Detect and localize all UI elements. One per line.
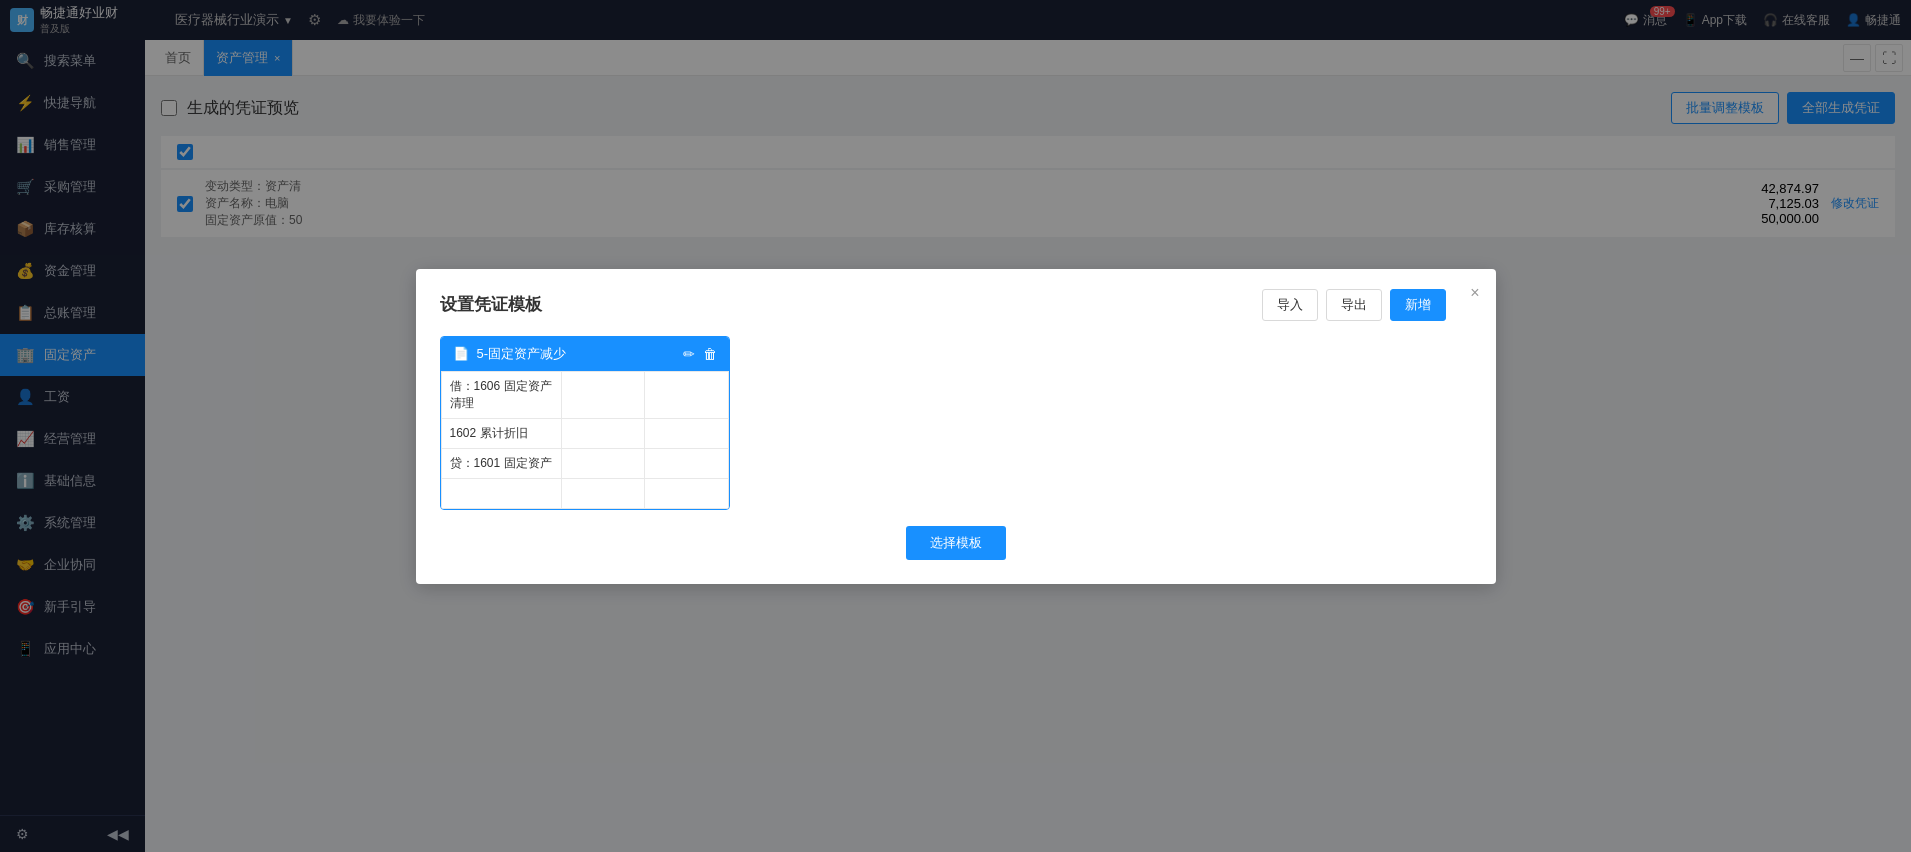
row-col3-3: [561, 478, 645, 508]
select-template-btn[interactable]: 选择模板: [906, 526, 1006, 560]
row-col4-3: [645, 478, 729, 508]
template-row-2: 贷：1601 固定资产: [441, 448, 728, 478]
template-table: 借：1606 固定资产清理 1602 累计折旧 贷：1601 固定资产: [441, 371, 729, 509]
template-row-1: 1602 累计折旧: [441, 418, 728, 448]
modal-overlay: 设置凭证模板 导入 导出 新增 × 📄 5-固定资产减少 ✏ 🗑 借：1606 …: [0, 0, 1911, 852]
template-row-0: 借：1606 固定资产清理: [441, 371, 728, 418]
row-side-3: [441, 478, 561, 508]
row-col3-1: [561, 418, 645, 448]
template-name: 5-固定资产减少: [477, 345, 675, 363]
modal-actions: 导入 导出 新增: [1262, 289, 1446, 321]
row-col4-2: [645, 448, 729, 478]
template-row-3: [441, 478, 728, 508]
import-btn[interactable]: 导入: [1262, 289, 1318, 321]
export-btn[interactable]: 导出: [1326, 289, 1382, 321]
template-card: 📄 5-固定资产减少 ✏ 🗑 借：1606 固定资产清理 1602 累计折旧 贷…: [440, 336, 730, 510]
row-col4-0: [645, 371, 729, 418]
template-header-icon: 📄: [453, 346, 469, 361]
row-side-1: 1602 累计折旧: [441, 418, 561, 448]
new-btn[interactable]: 新增: [1390, 289, 1446, 321]
row-col4-1: [645, 418, 729, 448]
row-side-2: 贷：1601 固定资产: [441, 448, 561, 478]
row-col3-2: [561, 448, 645, 478]
modal-dialog: 设置凭证模板 导入 导出 新增 × 📄 5-固定资产减少 ✏ 🗑 借：1606 …: [416, 269, 1496, 584]
row-side-0: 借：1606 固定资产清理: [441, 371, 561, 418]
template-edit-icon[interactable]: ✏: [683, 346, 695, 362]
template-card-header: 📄 5-固定资产减少 ✏ 🗑: [441, 337, 729, 371]
template-select-area: 选择模板: [440, 526, 1472, 560]
row-col3-0: [561, 371, 645, 418]
modal-close-btn[interactable]: ×: [1470, 285, 1479, 301]
template-delete-icon[interactable]: 🗑: [703, 346, 717, 362]
